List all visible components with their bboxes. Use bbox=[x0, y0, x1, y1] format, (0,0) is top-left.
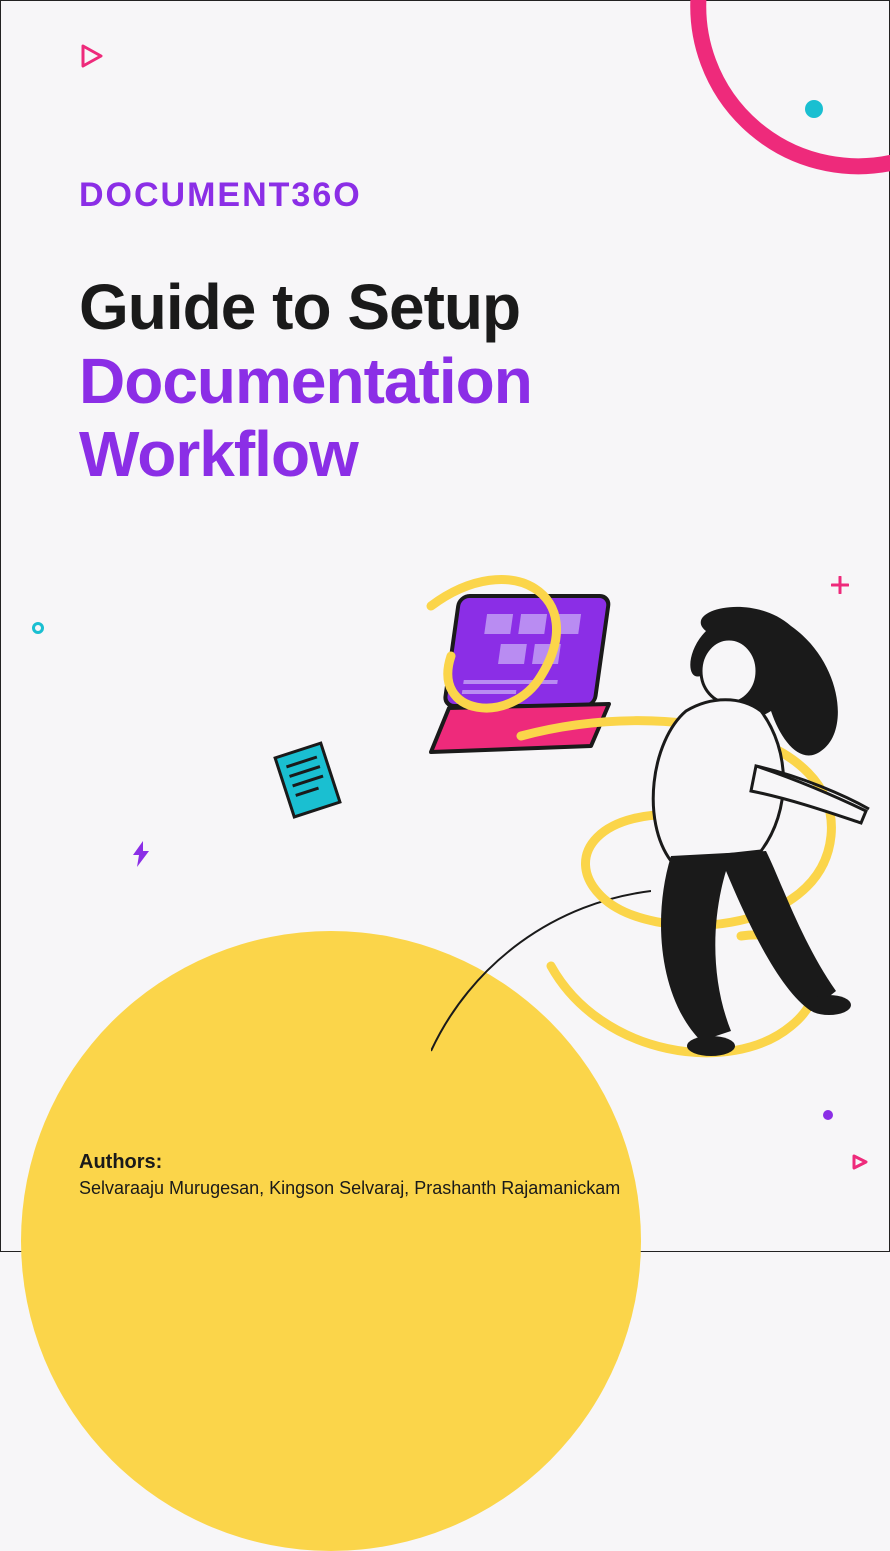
authors-label: Authors: bbox=[79, 1151, 620, 1174]
authors-block: Authors: Selvaraaju Murugesan, Kingson S… bbox=[79, 1151, 620, 1199]
brand-logo: DOCUMENT36O bbox=[79, 176, 362, 215]
page-title: Guide to Setup Documentation Workflow bbox=[79, 271, 532, 492]
authors-names: Selvaraaju Murugesan, Kingson Selvaraj, … bbox=[79, 1178, 620, 1199]
title-line-1: Guide to Setup bbox=[79, 271, 532, 345]
dot-icon bbox=[822, 1109, 834, 1121]
person-illustration bbox=[591, 601, 881, 1061]
triangle-icon bbox=[79, 43, 105, 69]
arc-decoration bbox=[639, 0, 890, 181]
bolt-icon bbox=[131, 841, 151, 867]
title-line-2: Documentation bbox=[79, 345, 532, 419]
ring-icon bbox=[31, 621, 45, 635]
title-line-3: Workflow bbox=[79, 418, 532, 492]
small-triangle-icon bbox=[851, 1153, 869, 1171]
document-icon bbox=[266, 736, 356, 826]
